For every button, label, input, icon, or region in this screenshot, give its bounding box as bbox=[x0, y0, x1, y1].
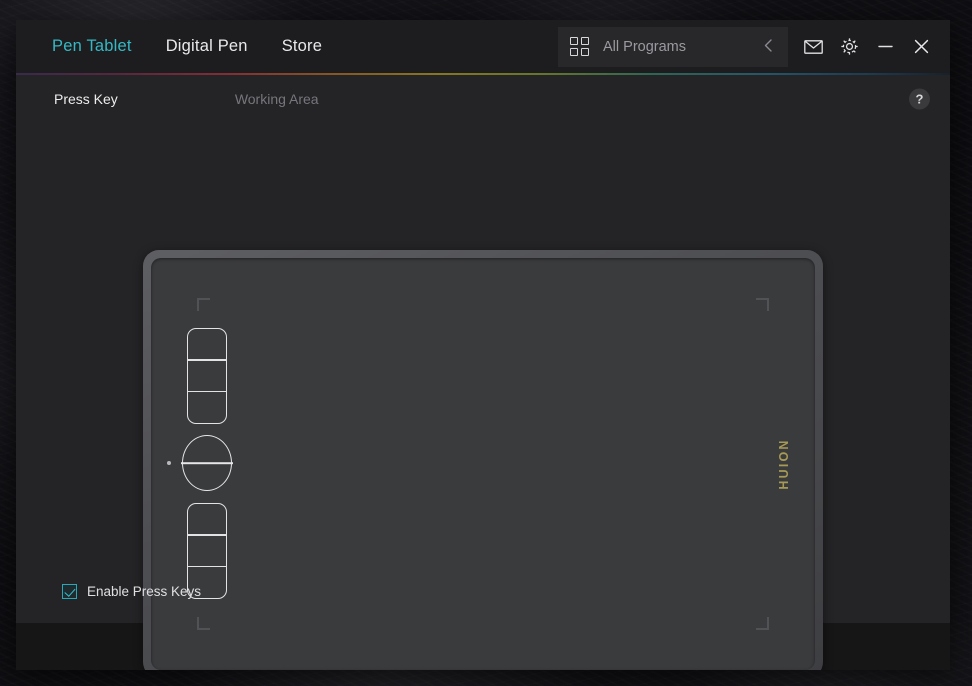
press-key-4[interactable] bbox=[187, 503, 227, 536]
grid-icon bbox=[570, 37, 589, 56]
press-key-3[interactable] bbox=[187, 390, 227, 424]
active-area-corner-top-left bbox=[197, 298, 210, 311]
tab-store[interactable]: Store bbox=[282, 37, 322, 56]
press-key-group-top bbox=[187, 328, 227, 424]
window-controls bbox=[798, 32, 936, 62]
minimize-icon[interactable] bbox=[870, 32, 900, 62]
press-key-1[interactable] bbox=[187, 328, 227, 361]
mail-icon[interactable] bbox=[798, 32, 828, 62]
chevron-left-icon[interactable] bbox=[756, 38, 780, 55]
huion-driver-window: Pen Tablet Digital Pen Store All Program… bbox=[16, 20, 950, 670]
sub-tab-bar: Press Key Working Area ? bbox=[16, 75, 950, 122]
help-icon[interactable]: ? bbox=[909, 88, 930, 109]
press-key-panel: HUION Enable Press Keys bbox=[16, 122, 950, 670]
active-area-corner-top-right bbox=[756, 298, 769, 311]
close-icon[interactable] bbox=[906, 32, 936, 62]
press-key-5[interactable] bbox=[187, 534, 227, 568]
tablet-illustration: HUION bbox=[143, 250, 823, 670]
gear-icon[interactable] bbox=[834, 32, 864, 62]
subtab-press-key[interactable]: Press Key bbox=[54, 91, 118, 107]
enable-press-keys-row[interactable]: Enable Press Keys bbox=[62, 584, 201, 599]
tab-digital-pen[interactable]: Digital Pen bbox=[166, 37, 248, 56]
scroll-ring[interactable] bbox=[181, 435, 233, 491]
scroll-ring-divider bbox=[181, 462, 233, 464]
enable-press-keys-checkbox[interactable] bbox=[62, 584, 77, 599]
enable-press-keys-label: Enable Press Keys bbox=[87, 584, 202, 599]
led-indicator bbox=[167, 461, 171, 465]
tablet-surface: HUION bbox=[151, 258, 815, 670]
tab-pen-tablet[interactable]: Pen Tablet bbox=[52, 37, 132, 56]
subtab-working-area[interactable]: Working Area bbox=[235, 91, 319, 107]
huion-brand-label: HUION bbox=[777, 438, 791, 490]
active-area-corner-bottom-right bbox=[756, 617, 769, 630]
all-programs-selector[interactable]: All Programs bbox=[558, 26, 788, 67]
main-tab-bar: Pen Tablet Digital Pen Store bbox=[16, 37, 322, 56]
press-key-2[interactable] bbox=[187, 359, 227, 393]
active-area-corner-bottom-left bbox=[197, 617, 210, 630]
all-programs-label: All Programs bbox=[603, 38, 686, 55]
titlebar: Pen Tablet Digital Pen Store All Program… bbox=[16, 20, 950, 73]
titlebar-right-group: All Programs bbox=[558, 20, 950, 73]
